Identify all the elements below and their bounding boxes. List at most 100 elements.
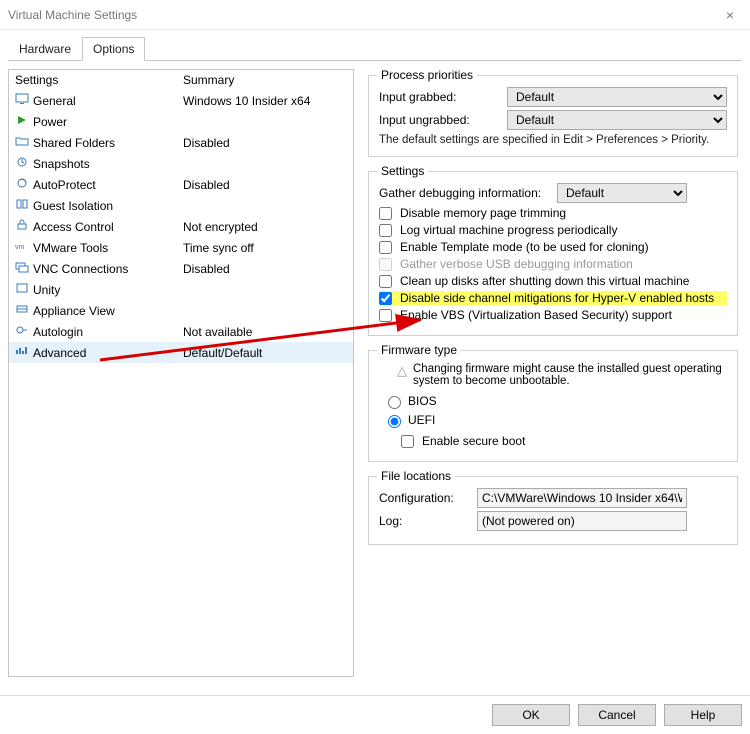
help-button[interactable]: Help <box>664 704 742 726</box>
item-name: Shared Folders <box>33 136 115 150</box>
list-item[interactable]: Shared Folders Disabled <box>9 132 353 153</box>
item-name: Access Control <box>33 220 114 234</box>
chk-memtrim[interactable] <box>379 207 392 220</box>
radio-bios[interactable] <box>388 396 401 409</box>
autologin-icon <box>15 324 29 339</box>
chk-logprog[interactable] <box>379 224 392 237</box>
lbl-logprog: Log virtual machine progress periodicall… <box>400 223 617 237</box>
list-item[interactable]: Autologin Not available <box>9 321 353 342</box>
list-item[interactable]: AutoProtectDisabled <box>9 174 353 195</box>
lbl-cleanup: Clean up disks after shutting down this … <box>400 274 689 288</box>
item-summary: Windows 10 Insider x64 <box>183 94 347 108</box>
window-title: Virtual Machine Settings <box>8 0 137 29</box>
svg-text:vm: vm <box>15 244 25 251</box>
label-log: Log: <box>379 514 469 528</box>
item-name: VMware Tools <box>33 241 108 255</box>
label-input-grabbed: Input grabbed: <box>379 90 499 104</box>
item-summary: Disabled <box>183 136 347 150</box>
input-config-path[interactable] <box>477 488 687 508</box>
folder-icon <box>15 135 29 150</box>
button-bar: OK Cancel Help <box>0 695 750 734</box>
group-file-locations: File locations Configuration: Log: <box>368 476 738 545</box>
group-firmware: Firmware type △ Changing firmware might … <box>368 350 738 462</box>
access-icon <box>15 219 29 234</box>
item-summary: Disabled <box>183 262 347 276</box>
tab-strip: Hardware Options <box>0 30 750 60</box>
group-title: Firmware type <box>377 343 461 357</box>
list-item[interactable]: VNC Connections Disabled <box>9 258 353 279</box>
list-item[interactable]: Unity <box>9 279 353 300</box>
list-item[interactable]: Power <box>9 111 353 132</box>
item-summary: Default/Default <box>183 346 347 360</box>
col-summary: Summary <box>183 73 347 87</box>
item-name: AutoProtect <box>33 178 96 192</box>
list-item[interactable]: Appliance View <box>9 300 353 321</box>
advanced-icon <box>15 345 29 360</box>
group-title: Settings <box>377 164 428 178</box>
item-name: Advanced <box>33 346 86 360</box>
list-item[interactable]: Access Control Not encrypted <box>9 216 353 237</box>
autoprotect-icon <box>15 177 29 192</box>
chk-cleanup[interactable] <box>379 275 392 288</box>
chk-usbdbg <box>379 258 392 271</box>
col-settings: Settings <box>15 73 175 87</box>
label-gather-debug: Gather debugging information: <box>379 186 549 200</box>
tab-hardware[interactable]: Hardware <box>8 37 82 61</box>
lbl-sidechan: Disable side channel mitigations for Hyp… <box>400 291 714 305</box>
isolation-icon <box>15 198 29 213</box>
item-name: Appliance View <box>33 304 115 318</box>
cancel-button[interactable]: Cancel <box>578 704 656 726</box>
radio-uefi[interactable] <box>388 415 401 428</box>
select-input-grabbed[interactable]: Default <box>507 87 727 107</box>
settings-list[interactable]: Settings Summary General Windows 10 Insid… <box>8 69 354 677</box>
item-name: Snapshots <box>33 157 90 171</box>
lbl-memtrim: Disable memory page trimming <box>400 206 566 220</box>
group-process-priorities: Process priorities Input grabbed: Defaul… <box>368 75 738 157</box>
item-name: Guest Isolation <box>33 199 113 213</box>
close-icon[interactable]: × <box>718 0 742 29</box>
item-summary: Time sync off <box>183 241 347 255</box>
tab-options[interactable]: Options <box>82 37 145 61</box>
group-title: Process priorities <box>377 68 477 82</box>
lbl-bios: BIOS <box>408 394 437 408</box>
vnc-icon <box>15 261 29 276</box>
chk-secureboot[interactable] <box>401 435 414 448</box>
label-config: Configuration: <box>379 491 469 505</box>
snapshot-icon <box>15 156 29 171</box>
item-name: General <box>33 94 76 108</box>
warning-icon: △ <box>397 363 407 387</box>
item-summary: Not available <box>183 325 347 339</box>
appliance-icon <box>15 303 29 318</box>
lbl-template: Enable Template mode (to be used for clo… <box>400 240 649 254</box>
select-input-ungrabbed[interactable]: Default <box>507 110 727 130</box>
vmtools-icon: vm <box>15 240 29 255</box>
priority-note: The default settings are specified in Ed… <box>379 134 727 146</box>
lbl-uefi: UEFI <box>408 413 435 427</box>
chk-vbs[interactable] <box>379 309 392 322</box>
list-item[interactable]: General Windows 10 Insider x64 <box>9 90 353 111</box>
list-item[interactable]: Snapshots <box>9 153 353 174</box>
unity-icon <box>15 282 29 297</box>
item-name: Power <box>33 115 67 129</box>
input-log-path[interactable] <box>477 511 687 531</box>
item-name: VNC Connections <box>33 262 128 276</box>
power-icon <box>15 114 29 129</box>
select-gather-debug[interactable]: Default <box>557 183 687 203</box>
titlebar: Virtual Machine Settings × <box>0 0 750 30</box>
label-input-ungrabbed: Input ungrabbed: <box>379 113 499 127</box>
item-name: Unity <box>33 283 60 297</box>
item-name: Autologin <box>33 325 83 339</box>
item-summary: Not encrypted <box>183 220 347 234</box>
firmware-warning: Changing firmware might cause the instal… <box>413 363 727 387</box>
lbl-usbdbg: Gather verbose USB debugging information <box>400 257 633 271</box>
list-item[interactable]: Guest Isolation <box>9 195 353 216</box>
general-icon <box>15 93 29 108</box>
chk-sidechan[interactable] <box>379 292 392 305</box>
list-item[interactable]: vm VMware Tools Time sync off <box>9 237 353 258</box>
ok-button[interactable]: OK <box>492 704 570 726</box>
chk-template[interactable] <box>379 241 392 254</box>
list-item[interactable]: Advanced Default/Default <box>9 342 353 363</box>
list-header: Settings Summary <box>9 70 353 90</box>
lbl-vbs: Enable VBS (Virtualization Based Securit… <box>400 308 672 322</box>
group-settings: Settings Gather debugging information: D… <box>368 171 738 336</box>
